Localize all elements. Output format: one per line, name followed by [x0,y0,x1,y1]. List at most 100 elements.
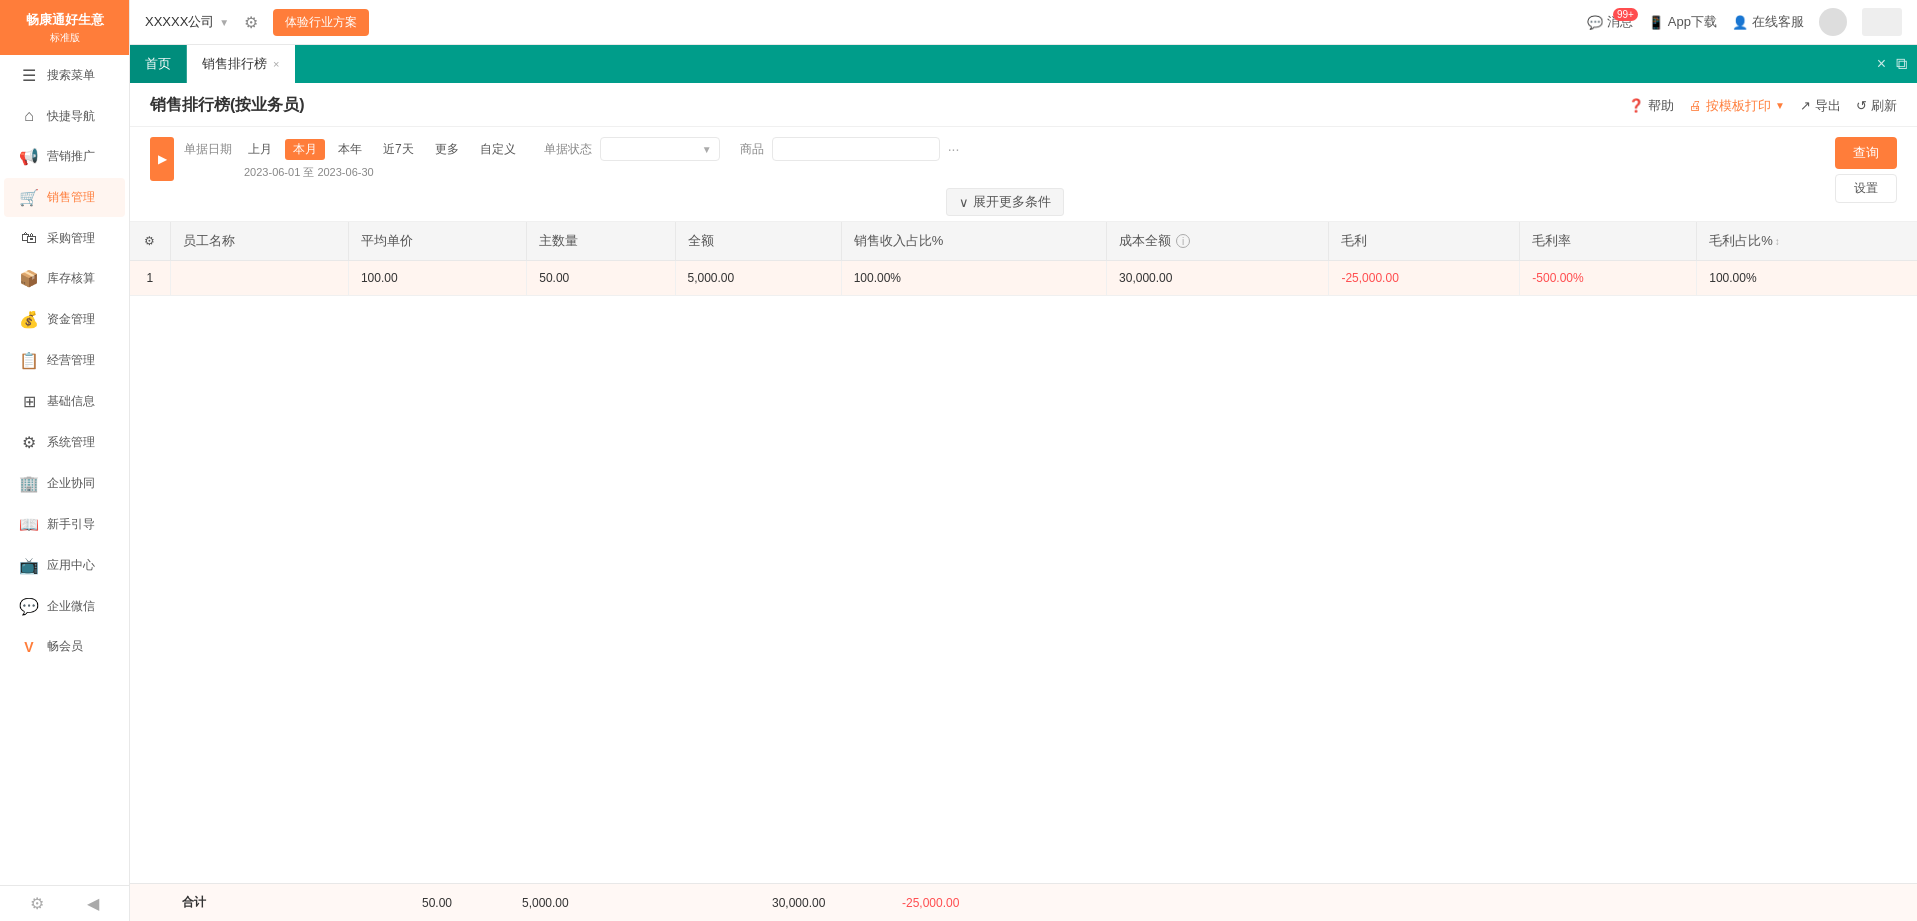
sidebar-item-member[interactable]: V 畅会员 [4,628,125,665]
message-badge: 99+ [1613,8,1638,21]
app-download-btn[interactable]: 📱 App下载 [1648,13,1717,31]
sidebar-item-guide[interactable]: 📖 新手引导 [4,505,125,544]
th-gross-profit-label: 毛利 [1341,232,1367,250]
help-icon: ❓ [1628,98,1644,113]
th-gross-ratio-label: 毛利占比% [1709,232,1773,250]
status-filter-label: 单据状态 [544,141,592,158]
sidebar-item-enterprise[interactable]: 🏢 企业协同 [4,464,125,503]
date-tab-current-month[interactable]: 本月 [285,139,325,160]
status-select[interactable] [600,137,720,161]
sidebar-item-label: 经营管理 [47,352,95,369]
finance-icon: 💰 [19,310,39,329]
export-icon: ↗ [1800,98,1811,113]
online-service-btn[interactable]: 👤 在线客服 [1732,13,1804,31]
tab-home-label: 首页 [145,55,171,73]
date-range-display: 2023-06-01 至 2023-06-30 [239,164,1825,180]
refresh-btn[interactable]: ↺ 刷新 [1856,97,1897,115]
sidebar-item-operations[interactable]: 📋 经营管理 [4,341,125,380]
help-btn[interactable]: ❓ 帮助 [1628,97,1674,115]
sidebar-item-label: 系统管理 [47,434,95,451]
sidebar-item-purchase[interactable]: 🛍 采购管理 [4,219,125,257]
service-icon: 👤 [1732,15,1748,30]
company-selector[interactable]: XXXXX公司 ▼ [145,13,229,31]
window-restore-icon[interactable]: ⧉ [1896,55,1907,73]
sidebar-item-marketing[interactable]: 📢 营销推广 [4,137,125,176]
topbar-settings-icon[interactable]: ⚙ [244,13,258,32]
td-sales-ratio: 100.00% [841,261,1106,296]
inventory-icon: 📦 [19,269,39,288]
message-btn[interactable]: 💬 消息 99+ [1587,13,1633,31]
sidebar-item-system[interactable]: ⚙ 系统管理 [4,423,125,462]
sidebar-item-label: 快捷导航 [47,108,95,125]
refresh-icon: ↺ [1856,98,1867,113]
td-gross-margin: -500.00% [1520,261,1697,296]
footer-total-label: 合计 [182,895,206,909]
cost-info-icon[interactable]: i [1176,234,1190,248]
print-btn[interactable]: 🖨 按模板打印 ▼ [1689,97,1785,115]
user-avatar[interactable] [1819,8,1847,36]
sidebar-item-inventory[interactable]: 📦 库存核算 [4,259,125,298]
date-tab-last-month[interactable]: 上月 [240,139,280,160]
sidebar-item-search[interactable]: ☰ 搜索菜单 [4,56,125,95]
th-quantity: 主数量 [527,222,675,261]
search-menu-icon: ☰ [19,66,39,85]
page-actions: ❓ 帮助 🖨 按模板打印 ▼ ↗ 导出 ↺ 刷新 [1628,97,1897,115]
footer-amount: 5,000.00 [522,895,642,910]
goods-filter-group: 商品 ··· [740,137,960,161]
date-tab-last-7-days[interactable]: 近7天 [375,139,422,160]
online-service-label: 在线客服 [1752,13,1804,31]
th-gross-margin-label: 毛利率 [1532,232,1571,250]
sidebar-item-label: 营销推广 [47,148,95,165]
settings-button[interactable]: 设置 [1835,174,1897,203]
export-btn[interactable]: ↗ 导出 [1800,97,1841,115]
tab-sales-ranking-label: 销售排行榜 [202,55,267,73]
tab-close-icon[interactable]: × [273,58,279,70]
sidebar-item-label: 销售管理 [47,189,95,206]
th-sort-icon: ↕ [1775,236,1780,247]
th-gross-ratio: 毛利占比% ↕ [1697,222,1917,261]
sidebar-item-finance[interactable]: 💰 资金管理 [4,300,125,339]
sidebar-settings-icon[interactable]: ⚙ [30,894,44,913]
status-filter-group: 单据状态 ▼ [544,137,720,161]
expand-more-btn[interactable]: ∨ 展开更多条件 [946,188,1064,216]
td-rank: 1 [130,261,170,296]
query-button[interactable]: 查询 [1835,137,1897,169]
date-tab-more[interactable]: 更多 [427,139,467,160]
trial-button[interactable]: 体验行业方案 [273,9,369,36]
message-icon: 💬 [1587,15,1603,30]
footer-quantity: 50.00 [422,895,522,910]
filter-toggle-btn[interactable]: ▶ [150,137,174,181]
sidebar-collapse-icon[interactable]: ◀ [87,894,99,913]
th-avg-price: 平均单价 [348,222,526,261]
goods-input[interactable] [772,137,940,161]
tab-sales-ranking[interactable]: 销售排行榜 × [187,45,295,83]
sidebar-item-shortcut[interactable]: ⌂ 快捷导航 [4,97,125,135]
table-row: 1 100.00 50.00 5,000.00 100.00% 30,000.0… [130,261,1917,296]
date-tab-custom[interactable]: 自定义 [472,139,524,160]
sidebar-item-wechat[interactable]: 💬 企业微信 [4,587,125,626]
date-tab-current-year[interactable]: 本年 [330,139,370,160]
apps-icon: 📺 [19,556,39,575]
sidebar-item-sales[interactable]: 🛒 销售管理 [4,178,125,217]
tab-home[interactable]: 首页 [130,45,187,83]
enterprise-icon: 🏢 [19,474,39,493]
date-filter-label: 单据日期 [184,141,232,158]
sidebar-item-apps[interactable]: 📺 应用中心 [4,546,125,585]
td-quantity: 50.00 [527,261,675,296]
goods-more-dots[interactable]: ··· [948,141,960,157]
sidebar-item-label: 基础信息 [47,393,95,410]
sidebar-item-label: 应用中心 [47,557,95,574]
window-close-icon[interactable]: × [1877,55,1886,73]
home-icon: ⌂ [19,107,39,125]
help-label: 帮助 [1648,97,1674,115]
th-settings[interactable]: ⚙ [130,222,170,261]
page-header: 销售排行榜(按业务员) ❓ 帮助 🖨 按模板打印 ▼ ↗ 导出 [130,83,1917,127]
td-gross-profit: -25,000.00 [1329,261,1520,296]
sales-icon: 🛒 [19,188,39,207]
td-gross-ratio: 100.00% [1697,261,1917,296]
table-header-row: ⚙ 员工名称 平均单价 主数量 全额 [130,222,1917,261]
th-name: 员工名称 [170,222,348,261]
table-body: 1 100.00 50.00 5,000.00 100.00% 30,000.0… [130,261,1917,296]
sidebar-item-basic[interactable]: ⊞ 基础信息 [4,382,125,421]
sidebar-item-label: 搜索菜单 [47,67,95,84]
